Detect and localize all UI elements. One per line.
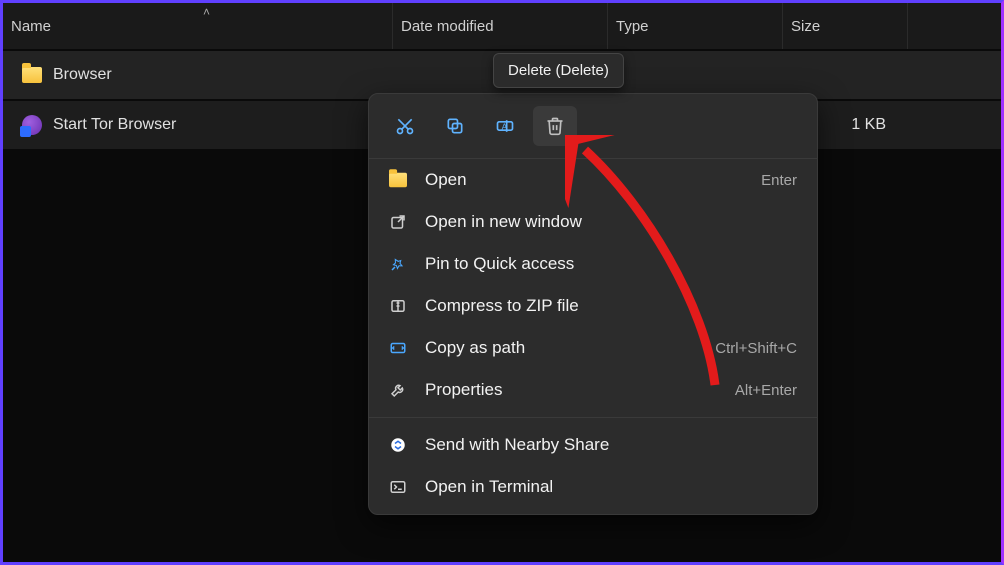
copy-icon — [445, 116, 465, 136]
trash-icon — [545, 116, 565, 136]
folder-icon — [387, 172, 409, 188]
menu-item-open-terminal[interactable]: Open in Terminal — [369, 466, 817, 508]
menu-item-label: Open in new window — [425, 212, 781, 232]
menu-separator — [369, 417, 817, 418]
folder-icon — [21, 64, 43, 86]
menu-item-pin-quick-access[interactable]: Pin to Quick access — [369, 243, 817, 285]
column-type-label: Type — [616, 18, 649, 35]
menu-item-label: Copy as path — [425, 338, 699, 358]
column-name[interactable]: Name ˄ — [3, 3, 393, 49]
menu-item-open[interactable]: Open Enter — [369, 159, 817, 201]
column-size[interactable]: Size — [783, 3, 908, 49]
menu-item-label: Send with Nearby Share — [425, 435, 781, 455]
column-date-label: Date modified — [401, 18, 494, 35]
cut-icon — [395, 116, 415, 136]
nearby-share-icon — [387, 436, 409, 454]
new-window-icon — [387, 213, 409, 231]
column-name-label: Name — [11, 18, 51, 35]
column-size-label: Size — [791, 18, 820, 35]
zip-icon — [387, 297, 409, 315]
menu-item-label: Open in Terminal — [425, 477, 781, 497]
menu-item-label: Properties — [425, 380, 719, 400]
pin-icon — [387, 255, 409, 273]
file-name: Start Tor Browser — [53, 116, 176, 134]
menu-item-open-new-window[interactable]: Open in new window — [369, 201, 817, 243]
menu-item-properties[interactable]: Properties Alt+Enter — [369, 369, 817, 411]
wrench-icon — [387, 381, 409, 399]
menu-item-accel: Alt+Enter — [735, 382, 797, 399]
context-menu-toolbar: A — [369, 94, 817, 159]
column-type[interactable]: Type — [608, 3, 783, 49]
tooltip-text: Delete (Delete) — [508, 62, 609, 79]
menu-item-label: Open — [425, 170, 745, 190]
delete-button[interactable] — [533, 106, 577, 146]
tooltip-delete: Delete (Delete) — [493, 53, 624, 88]
cut-button[interactable] — [383, 106, 427, 146]
tor-shortcut-icon — [21, 114, 43, 136]
rename-icon: A — [495, 116, 515, 136]
context-menu: A Open Enter Open in new window Pin to Q… — [368, 93, 818, 515]
menu-item-label: Compress to ZIP file — [425, 296, 781, 316]
terminal-icon — [387, 478, 409, 496]
column-headers: Name ˄ Date modified Type Size — [3, 3, 1001, 49]
rename-button[interactable]: A — [483, 106, 527, 146]
file-name: Browser — [53, 66, 112, 84]
menu-item-accel: Enter — [761, 172, 797, 189]
menu-item-nearby-share[interactable]: Send with Nearby Share — [369, 424, 817, 466]
menu-item-copy-as-path[interactable]: Copy as path Ctrl+Shift+C — [369, 327, 817, 369]
menu-item-compress-zip[interactable]: Compress to ZIP file — [369, 285, 817, 327]
path-icon — [387, 339, 409, 357]
menu-item-label: Pin to Quick access — [425, 254, 781, 274]
menu-item-accel: Ctrl+Shift+C — [715, 340, 797, 357]
sort-ascending-icon: ˄ — [203, 5, 210, 19]
copy-button[interactable] — [433, 106, 477, 146]
column-date-modified[interactable]: Date modified — [393, 3, 608, 49]
